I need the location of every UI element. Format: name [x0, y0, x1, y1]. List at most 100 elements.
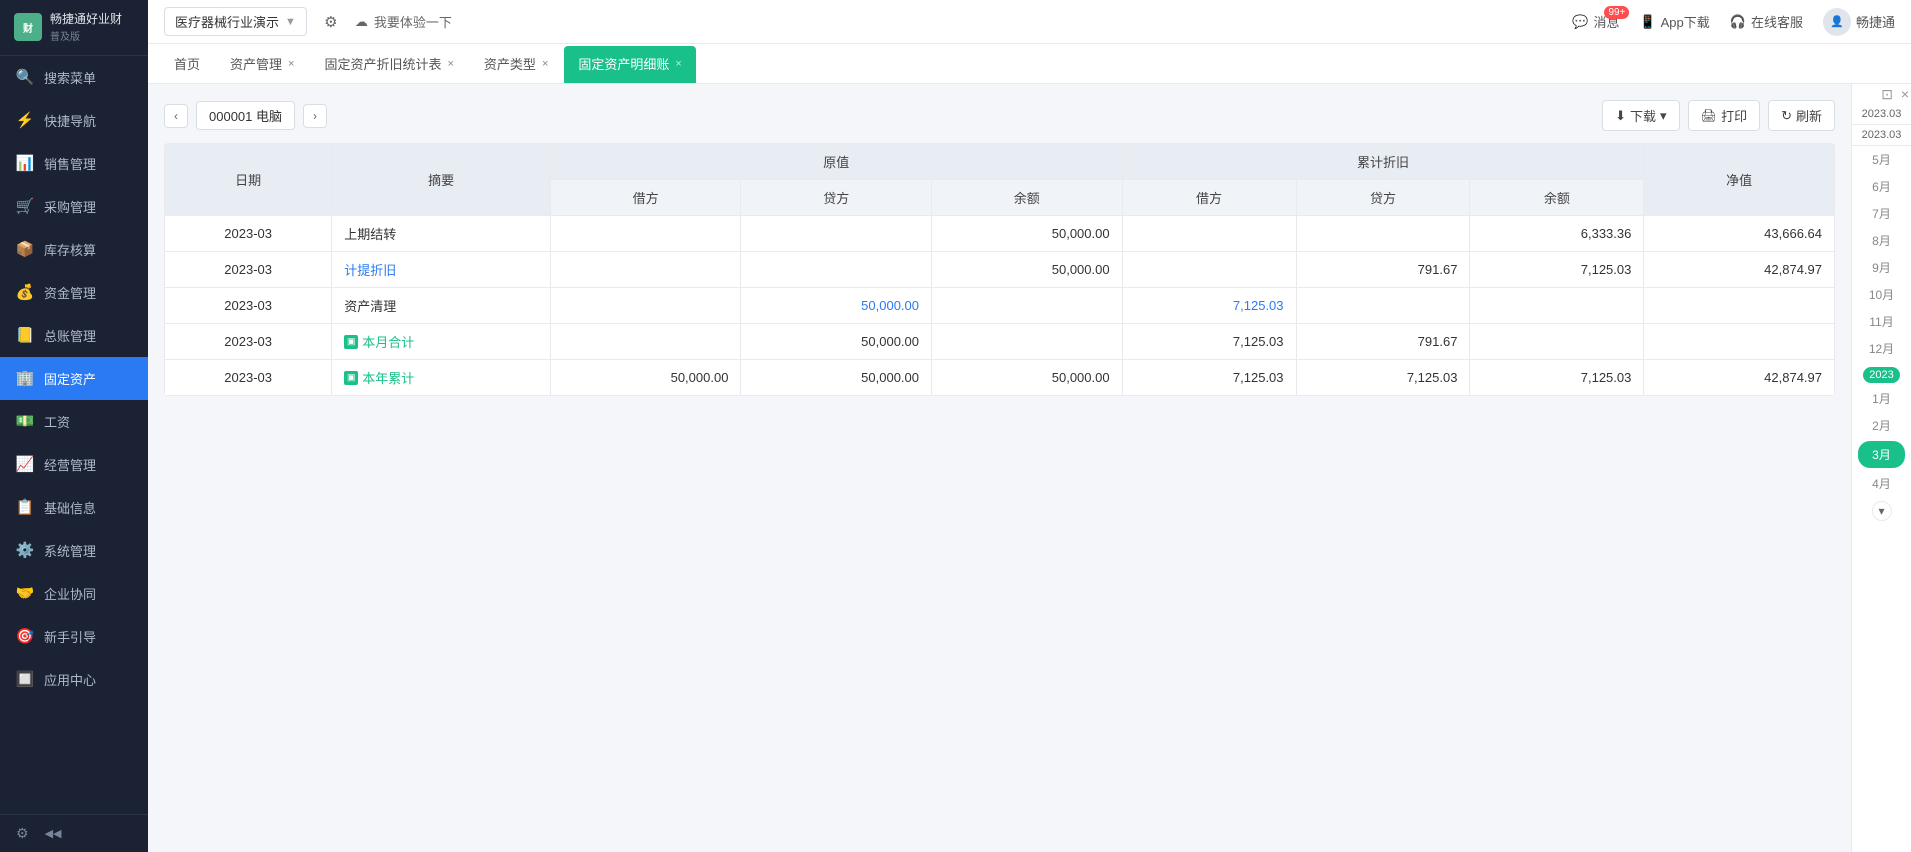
download-button[interactable]: ⬇ 下载 ▾: [1602, 100, 1679, 131]
sidebar-item-sales[interactable]: 📊 销售管理: [0, 142, 148, 185]
cell-date: 2023-03: [165, 288, 332, 324]
print-button[interactable]: 🖨 打印: [1688, 100, 1761, 131]
timeline-item[interactable]: 2月: [1852, 412, 1911, 439]
sidebar: 财 畅捷通好业财 普及版 🔍 搜索菜单 ⚡ 快捷导航 📊 销售管理 🛒 采购管理…: [0, 0, 148, 852]
col-dep-credit: 贷方: [1296, 180, 1470, 216]
tab-asset-mgmt-close[interactable]: ×: [288, 58, 294, 70]
prev-asset-button[interactable]: ‹: [164, 104, 188, 128]
sidebar-item-newbie[interactable]: 🎯 新手引导: [0, 615, 148, 658]
timeline-year-badge[interactable]: 2023: [1852, 362, 1911, 385]
timeline-close-button[interactable]: ×: [1901, 86, 1909, 102]
sidebar-item-label: 系统管理: [44, 541, 96, 560]
sidebar-item-label: 销售管理: [44, 154, 96, 173]
sidebar-footer: ⚙ ◀◀: [0, 814, 148, 852]
timeline-item[interactable]: 12月: [1852, 335, 1911, 362]
cell-net_value: [1644, 324, 1835, 360]
logo-icon: 财: [14, 13, 42, 41]
tab-asset-type-close[interactable]: ×: [542, 58, 548, 70]
sidebar-item-fixed-assets[interactable]: 🏢 固定资产: [0, 357, 148, 400]
online-service-button[interactable]: 🎧 在线客服: [1730, 12, 1803, 31]
timeline-item[interactable]: 7月: [1852, 200, 1911, 227]
timeline-item[interactable]: 1月: [1852, 385, 1911, 412]
cell-dep_balance: [1470, 324, 1644, 360]
cell-dep_debit: 7,125.03: [1122, 324, 1296, 360]
timeline-down-button[interactable]: ▾: [1872, 501, 1892, 521]
cell-dep_credit: [1296, 216, 1470, 252]
table-row: 2023-03 ▣ 本月合计 50,000.007,125.03791.67: [165, 324, 1835, 360]
payroll-icon: 💵: [16, 412, 34, 430]
badge-icon: ▣: [344, 371, 358, 385]
sidebar-item-label: 搜索菜单: [44, 68, 96, 87]
refresh-button[interactable]: ↻ 刷新: [1768, 100, 1835, 131]
col-dep-debit: 借方: [1122, 180, 1296, 216]
sidebar-item-enterprise[interactable]: 🤝 企业协同: [0, 572, 148, 615]
sidebar-item-capital[interactable]: 💰 资金管理: [0, 271, 148, 314]
tab-depreciation-stats[interactable]: 固定资产折旧统计表 ×: [310, 46, 467, 83]
cell-orig_balance: 50,000.00: [932, 360, 1123, 396]
main-area: 医疗器械行业演示 ▼ ⚙ ☁ 我要体验一下 💬 消息 99+ 📱 App下载 🎧…: [148, 0, 1911, 852]
cell-summary: 计提折旧: [332, 252, 551, 288]
tab-asset-type[interactable]: 资产类型 ×: [470, 46, 562, 83]
sidebar-item-payroll[interactable]: 💵 工资: [0, 400, 148, 443]
cell-dep_balance: 6,333.36: [1470, 216, 1644, 252]
timeline-item[interactable]: 9月: [1852, 254, 1911, 281]
collapse-icon[interactable]: ◀◀: [45, 827, 62, 840]
cell-orig_credit: [741, 252, 932, 288]
tab-asset-detail-close[interactable]: ×: [675, 58, 681, 70]
timeline-item[interactable]: 3月: [1858, 441, 1905, 468]
tab-asset-detail[interactable]: 固定资产明细账 ×: [564, 46, 695, 83]
cell-summary: ▣ 本年累计: [332, 360, 551, 396]
cell-orig_debit: 50,000.00: [550, 360, 741, 396]
timeline-item[interactable]: 8月: [1852, 227, 1911, 254]
settings-button[interactable]: ⚙: [317, 8, 345, 36]
table-row: 2023-03上期结转50,000.006,333.3643,666.64: [165, 216, 1835, 252]
app-download-icon: 📱: [1639, 14, 1655, 30]
app-download-button[interactable]: 📱 App下载: [1639, 12, 1709, 31]
sidebar-item-basic-info[interactable]: 📋 基础信息: [0, 486, 148, 529]
sidebar-item-search[interactable]: 🔍 搜索菜单: [0, 56, 148, 99]
timeline-item[interactable]: 11月: [1852, 308, 1911, 335]
sidebar-item-app-center[interactable]: 🔲 应用中心: [0, 658, 148, 701]
inventory-icon: 📦: [16, 240, 34, 258]
settings-icon[interactable]: ⚙: [16, 825, 29, 842]
timeline-item[interactable]: 5月: [1852, 146, 1911, 173]
cell-summary: 资产清理: [332, 288, 551, 324]
sidebar-item-label: 资金管理: [44, 283, 96, 302]
sidebar-item-purchase[interactable]: 🛒 采购管理: [0, 185, 148, 228]
cell-orig_balance: 50,000.00: [932, 252, 1123, 288]
timeline-expand-button[interactable]: ⊡: [1881, 86, 1893, 103]
col-original-value: 原值: [550, 144, 1122, 180]
tab-depreciation-stats-close[interactable]: ×: [447, 58, 453, 70]
badge-icon: ▣: [344, 335, 358, 349]
cell-net_value: 43,666.64: [1644, 216, 1835, 252]
cell-dep_credit: 7,125.03: [1296, 360, 1470, 396]
user-label: 畅捷通: [1856, 12, 1895, 31]
data-table: 日期 摘要 原值 累计折旧 净值 借方 贷方 余额 借方 贷方 余额: [164, 143, 1835, 396]
next-asset-button[interactable]: ›: [303, 104, 327, 128]
tab-asset-mgmt[interactable]: 资产管理 ×: [216, 46, 308, 83]
timeline-item[interactable]: 4月: [1852, 470, 1911, 497]
download-label: 下载: [1630, 106, 1656, 125]
timeline-item[interactable]: 10月: [1852, 281, 1911, 308]
timeline-item[interactable]: 6月: [1852, 173, 1911, 200]
cell-dep_credit: 791.67: [1296, 252, 1470, 288]
newbie-icon: 🎯: [16, 627, 34, 645]
sidebar-item-operations[interactable]: 📈 经营管理: [0, 443, 148, 486]
experience-button[interactable]: ☁ 我要体验一下: [355, 12, 452, 31]
message-button[interactable]: 💬 消息 99+: [1572, 12, 1619, 31]
cell-net_value: [1644, 288, 1835, 324]
avatar: 👤: [1823, 8, 1851, 36]
cell-orig_debit: [550, 252, 741, 288]
sidebar-item-ledger[interactable]: 📒 总账管理: [0, 314, 148, 357]
refresh-icon: ↻: [1781, 108, 1792, 124]
sidebar-item-quick-nav[interactable]: ⚡ 快捷导航: [0, 99, 148, 142]
cell-orig_balance: [932, 288, 1123, 324]
cell-dep_balance: 7,125.03: [1470, 252, 1644, 288]
sidebar-item-inventory[interactable]: 📦 库存核算: [0, 228, 148, 271]
company-selector[interactable]: 医疗器械行业演示 ▼: [164, 7, 307, 36]
col-orig-credit: 贷方: [741, 180, 932, 216]
user-profile[interactable]: 👤 畅捷通: [1823, 8, 1895, 36]
tab-home[interactable]: 首页: [160, 46, 214, 83]
sidebar-item-system[interactable]: ⚙️ 系统管理: [0, 529, 148, 572]
search-icon: 🔍: [16, 68, 34, 86]
